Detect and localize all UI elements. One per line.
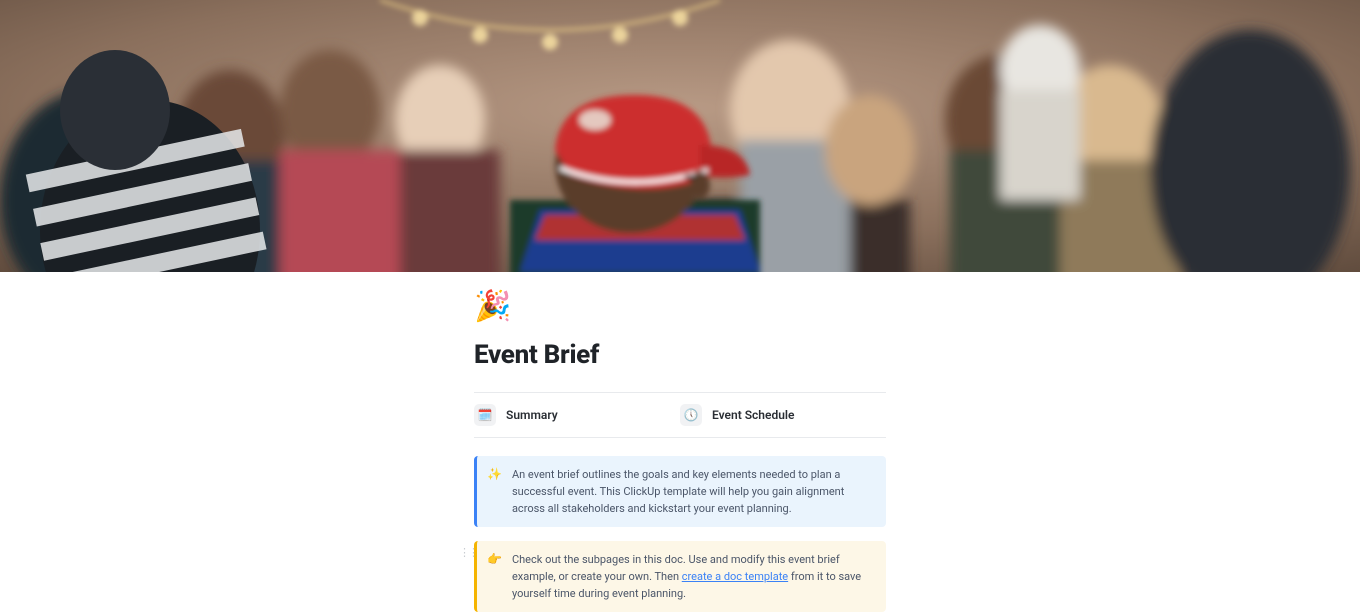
subpages-row: 🗓️ Summary 🕔 Event Schedule	[474, 392, 886, 438]
clock-icon: 🕔	[680, 404, 702, 426]
page-title[interactable]: Event Brief	[474, 340, 886, 370]
subpage-summary[interactable]: 🗓️ Summary	[474, 401, 680, 429]
cover-image	[0, 0, 1360, 272]
subpage-event-schedule[interactable]: 🕔 Event Schedule	[680, 401, 886, 429]
tip-callout[interactable]: ⋮⋮ 👉 Check out the subpages in this doc.…	[474, 541, 886, 612]
info-callout[interactable]: ✨ An event brief outlines the goals and …	[474, 456, 886, 527]
sparkles-icon: ✨	[487, 466, 502, 517]
page-emoji-icon[interactable]: 🎉	[474, 292, 886, 322]
drag-handle-icon[interactable]: ⋮⋮	[459, 547, 477, 558]
subpage-label: Summary	[506, 408, 558, 422]
calendar-icon: 🗓️	[474, 404, 496, 426]
tip-callout-text: Check out the subpages in this doc. Use …	[512, 551, 874, 602]
document-body: 🎉 Event Brief 🗓️ Summary 🕔 Event Schedul…	[474, 272, 886, 612]
info-callout-text: An event brief outlines the goals and ke…	[512, 466, 874, 517]
pointing-right-icon: 👉	[487, 551, 502, 602]
subpage-label: Event Schedule	[712, 408, 795, 422]
create-doc-template-link[interactable]: create a doc template	[682, 570, 788, 583]
